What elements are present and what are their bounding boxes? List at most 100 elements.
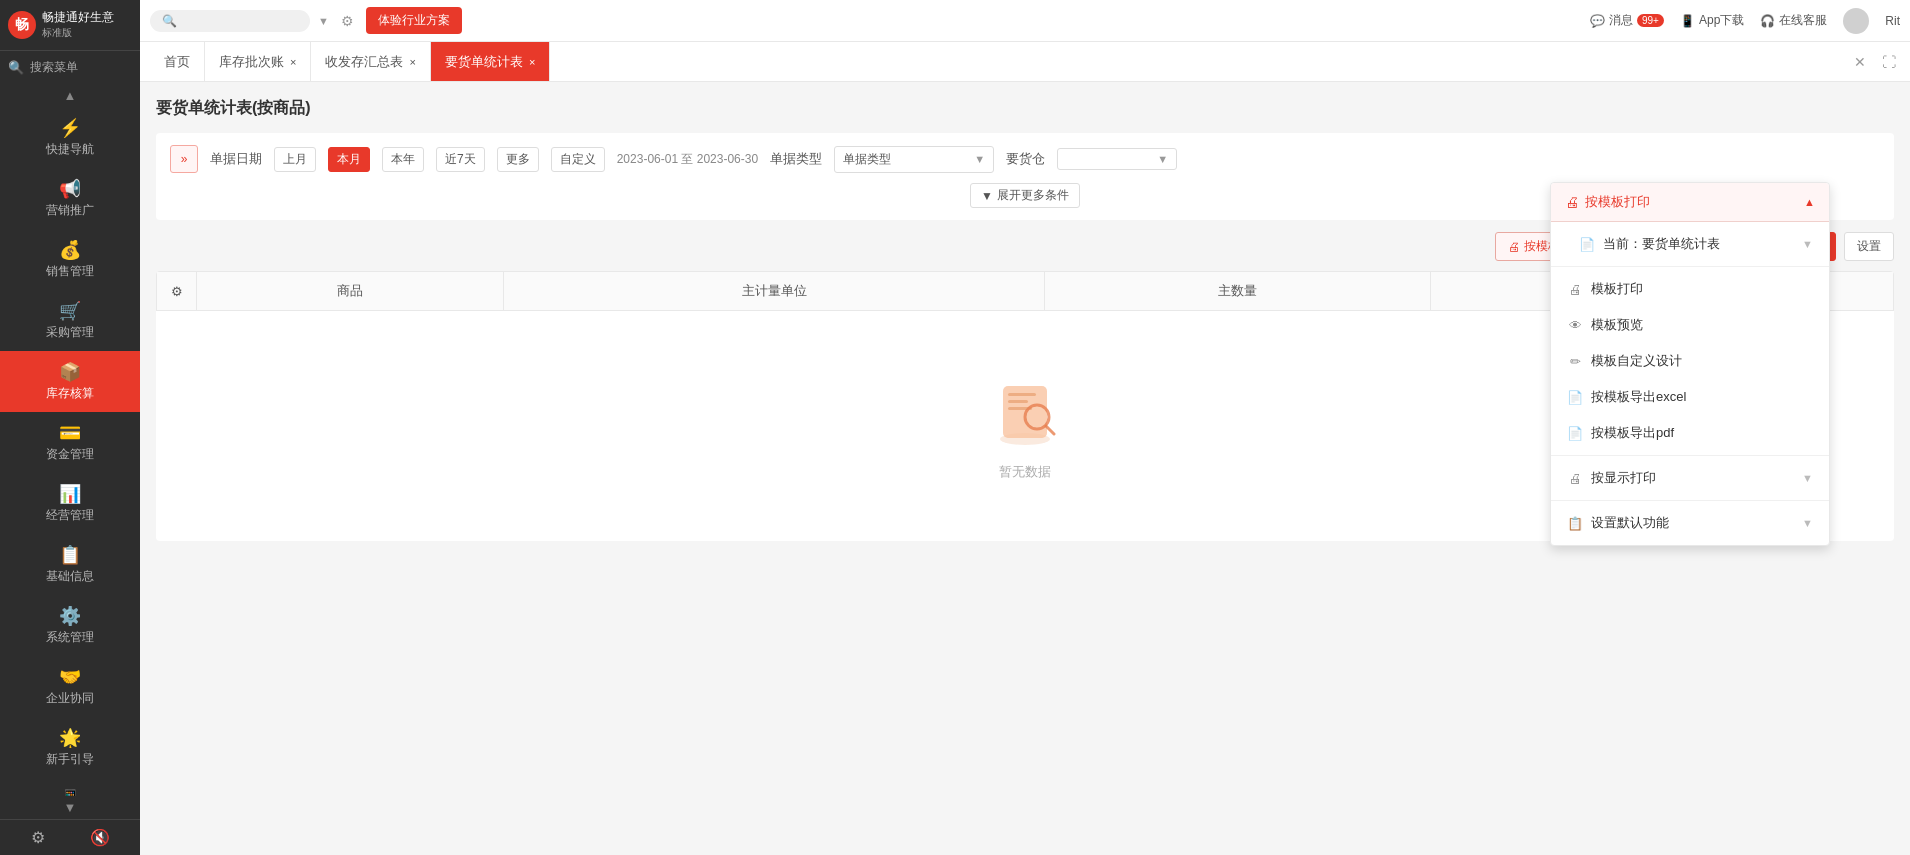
app-download-btn[interactable]: 📱 App下载 — [1680, 12, 1744, 29]
date-btn-custom[interactable]: 自定义 — [551, 147, 605, 172]
tab-home-label: 首页 — [164, 53, 190, 71]
settings-icon[interactable]: ⚙ — [31, 828, 45, 847]
export-pdf-label: 按模板导出pdf — [1591, 424, 1674, 442]
dropdown-template-print[interactable]: 🖨 模板打印 — [1551, 271, 1829, 307]
sidebar-item-quick-nav[interactable]: ⚡ 快捷导航 — [0, 107, 140, 168]
display-print-label: 按显示打印 — [1591, 469, 1656, 487]
sidebar-item-apps[interactable]: 📱 应用中心 — [0, 778, 140, 796]
dropdown-current-template[interactable]: 📄 当前：要货单统计表 ▼ — [1551, 226, 1829, 262]
topbar-search-box[interactable]: 🔍 — [150, 10, 310, 32]
dropdown-set-default[interactable]: 📋 设置默认功能 ▼ — [1551, 505, 1829, 541]
sidebar-scroll-down[interactable]: ▼ — [0, 796, 140, 819]
tab-receipt-summary[interactable]: 收发存汇总表 × — [311, 42, 430, 81]
operations-icon: 📊 — [59, 483, 81, 505]
tab-close-all-icon[interactable]: ✕ — [1850, 50, 1870, 74]
dropdown-collapse-icon[interactable]: ▲ — [1804, 196, 1815, 208]
date-btn-this-month[interactable]: 本月 — [328, 147, 370, 172]
dropdown-template-preview[interactable]: 👁 模板预览 — [1551, 307, 1829, 343]
sidebar-item-basic[interactable]: 📋 基础信息 — [0, 534, 140, 595]
page-content: 要货单统计表(按商品) » 单据日期 上月 本月 本年 近7天 更多 自定义 2… — [140, 82, 1910, 855]
tabs-right-icons: ✕ ⛶ — [1850, 50, 1900, 74]
expand-more-label: 展开更多条件 — [997, 187, 1069, 204]
order-type-label: 单据类型 — [770, 150, 822, 168]
online-service-btn[interactable]: 🎧 在线客服 — [1760, 12, 1827, 29]
collab-icon: 🤝 — [59, 666, 81, 688]
set-default-arrow: ▼ — [1802, 517, 1813, 529]
tab-receipt-summary-close[interactable]: × — [409, 56, 415, 68]
export-pdf-icon: 📄 — [1567, 426, 1583, 441]
sidebar-item-inventory[interactable]: 📦 库存核算 — [0, 351, 140, 412]
current-template-arrow: ▼ — [1802, 238, 1813, 250]
export-excel-icon: 📄 — [1567, 390, 1583, 405]
chevron-down-icon: ▼ — [981, 189, 993, 203]
set-default-icon: 📋 — [1567, 516, 1583, 531]
settings-btn[interactable]: 设置 — [1844, 232, 1894, 261]
sidebar-item-label: 新手引导 — [46, 751, 94, 768]
empty-text: 暂无数据 — [999, 463, 1051, 481]
user-avatar[interactable] — [1843, 8, 1869, 34]
dropdown-template-export-pdf[interactable]: 📄 按模板导出pdf — [1551, 415, 1829, 451]
svg-rect-3 — [1008, 400, 1028, 403]
dropdown-template-export-excel[interactable]: 📄 按模板导出excel — [1551, 379, 1829, 415]
date-btn-more[interactable]: 更多 — [497, 147, 539, 172]
sound-icon[interactable]: 🔇 — [90, 828, 110, 847]
empty-illustration — [985, 371, 1065, 451]
dropdown-template-design[interactable]: ✏ 模板自定义设计 — [1551, 343, 1829, 379]
dropdown-menu: 🖨 按模板打印 ▲ 📄 当前：要货单统计表 ▼ 🖨 模板打印 👁 — [1550, 182, 1830, 546]
sidebar-item-label: 经营管理 — [46, 507, 94, 524]
date-btn-this-year[interactable]: 本年 — [382, 147, 424, 172]
template-print-label: 模板打印 — [1591, 280, 1643, 298]
col-settings[interactable]: ⚙ — [157, 272, 197, 311]
dropdown-section-current: 📄 当前：要货单统计表 ▼ — [1551, 222, 1829, 267]
sidebar-item-purchase[interactable]: 🛒 采购管理 — [0, 290, 140, 351]
template-preview-icon: 👁 — [1567, 318, 1583, 333]
set-default-label: 设置默认功能 — [1591, 514, 1669, 532]
order-status-select[interactable]: ▼ — [1057, 148, 1177, 170]
topbar-settings-icon[interactable]: ⚙ — [337, 9, 358, 33]
filter-expand-btn[interactable]: » — [170, 145, 198, 173]
display-print-icon: 🖨 — [1567, 471, 1583, 486]
tab-order-stats-close[interactable]: × — [529, 56, 535, 68]
sidebar-item-operations[interactable]: 📊 经营管理 — [0, 473, 140, 534]
messages-btn[interactable]: 💬 消息 99+ — [1590, 12, 1664, 29]
sidebar-logo: 畅 畅捷通好生意 标准版 — [0, 0, 140, 51]
dropdown-header-label: 按模板打印 — [1585, 193, 1650, 211]
message-icon: 💬 — [1590, 14, 1605, 28]
sidebar-item-guide[interactable]: 🌟 新手引导 — [0, 717, 140, 778]
online-service-label: 在线客服 — [1779, 12, 1827, 29]
current-template-icon: 📄 — [1579, 237, 1595, 252]
tab-expand-icon[interactable]: ⛶ — [1878, 50, 1900, 74]
sidebar-item-system[interactable]: ⚙️ 系统管理 — [0, 595, 140, 656]
experience-btn[interactable]: 体验行业方案 — [366, 7, 462, 34]
finance-icon: 💳 — [59, 422, 81, 444]
username-label[interactable]: Rit — [1885, 14, 1900, 28]
tab-order-stats[interactable]: 要货单统计表 × — [431, 42, 550, 81]
date-filter-label: 单据日期 — [210, 150, 262, 168]
sidebar-scroll-up[interactable]: ▲ — [0, 84, 140, 107]
topbar-search-input[interactable] — [181, 14, 281, 28]
sidebar-item-sales[interactable]: 💰 销售管理 — [0, 229, 140, 290]
tab-batch-account[interactable]: 库存批次账 × — [205, 42, 311, 81]
date-btn-last-7-days[interactable]: 近7天 — [436, 147, 485, 172]
sidebar-item-marketing[interactable]: 📢 营销推广 — [0, 168, 140, 229]
print-icon: 🖨 — [1508, 240, 1520, 254]
sidebar-item-finance[interactable]: 💳 资金管理 — [0, 412, 140, 473]
col-product: 商品 — [197, 272, 504, 311]
topbar-dropdown-icon[interactable]: ▼ — [318, 15, 329, 27]
sidebar-item-collab[interactable]: 🤝 企业协同 — [0, 656, 140, 717]
sidebar-search[interactable]: 🔍 搜索菜单 — [0, 51, 140, 84]
order-type-arrow: ▼ — [974, 153, 985, 165]
tab-batch-account-close[interactable]: × — [290, 56, 296, 68]
tab-home[interactable]: 首页 — [150, 42, 205, 81]
dropdown-section-actions: 🖨 模板打印 👁 模板预览 ✏ 模板自定义设计 📄 按模板导出excel 📄 — [1551, 267, 1829, 456]
filter-expand-more-btn[interactable]: ▼ 展开更多条件 — [970, 183, 1080, 208]
quick-nav-icon: ⚡ — [59, 117, 81, 139]
order-status-arrow: ▼ — [1157, 153, 1168, 165]
svg-rect-2 — [1008, 393, 1036, 396]
marketing-icon: 📢 — [59, 178, 81, 200]
dropdown-display-print[interactable]: 🖨 按显示打印 ▼ — [1551, 460, 1829, 496]
sidebar-item-label: 采购管理 — [46, 324, 94, 341]
date-btn-last-month[interactable]: 上月 — [274, 147, 316, 172]
order-type-select[interactable]: 单据类型 ▼ — [834, 146, 994, 173]
sidebar-item-label: 资金管理 — [46, 446, 94, 463]
